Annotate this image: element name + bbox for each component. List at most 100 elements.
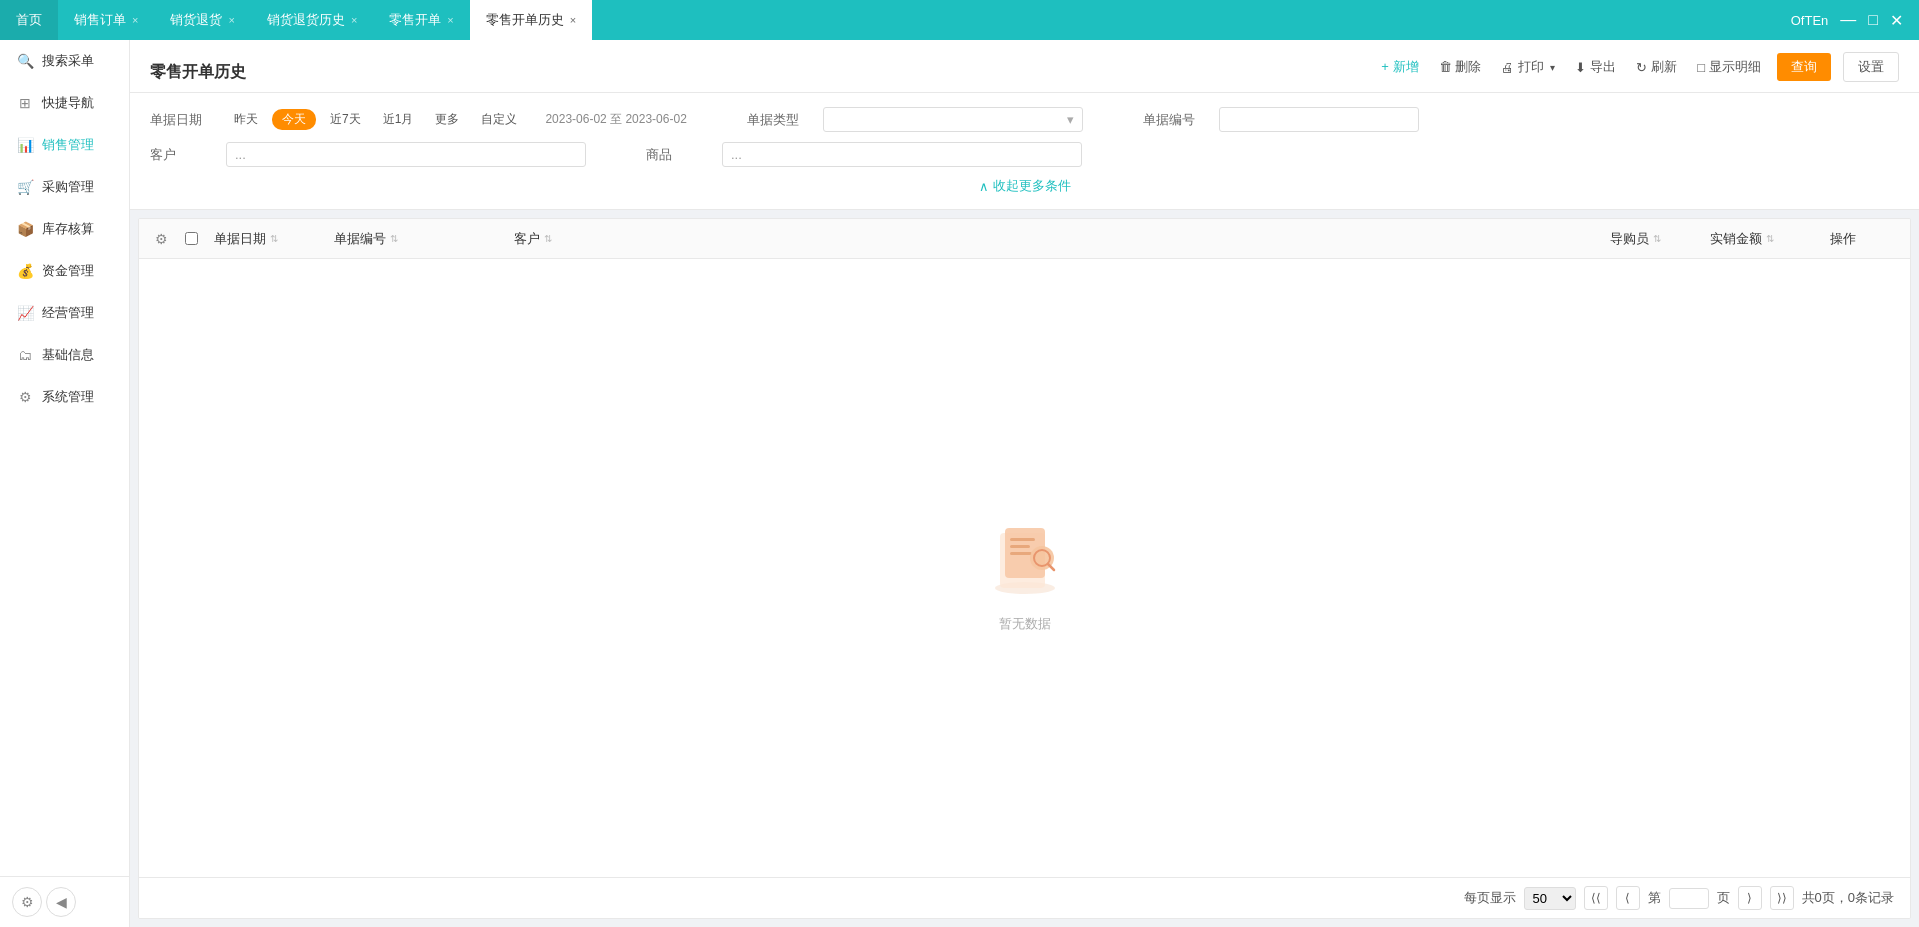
minimize-btn[interactable]: — <box>1840 11 1856 29</box>
page-prefix: 第 <box>1648 889 1661 907</box>
prev-page-btn[interactable]: ⟨ <box>1616 886 1640 910</box>
sidebar-item-quick-nav[interactable]: ⊞ 快捷导航 <box>0 82 129 124</box>
sidebar-item-operations[interactable]: 📈 经营管理 <box>0 292 129 334</box>
filter-row-2: 客户 ... 商品 ... <box>150 142 1899 167</box>
col-guide: 导购员 ⇅ <box>1602 230 1702 248</box>
customer-placeholder: ... <box>235 147 577 162</box>
per-page-label: 每页显示 <box>1464 889 1516 907</box>
sort-amount-icon[interactable]: ⇅ <box>1766 233 1774 244</box>
collapse-button[interactable]: ∧ 收起更多条件 <box>979 177 1071 195</box>
date-opt-yesterday[interactable]: 昨天 <box>226 109 266 130</box>
top-bar-right: OfTEn — □ ✕ <box>1775 11 1919 30</box>
col-customer: 客户 ⇅ <box>506 230 1602 248</box>
svg-rect-5 <box>1010 552 1032 555</box>
sidebar-item-search-purchase[interactable]: 🔍 搜索采单 <box>0 40 129 82</box>
delete-button[interactable]: 🗑 删除 <box>1435 58 1486 76</box>
grid-icon: ⊞ <box>16 94 34 112</box>
customer-label: 客户 <box>150 146 206 164</box>
date-opt-last7[interactable]: 近7天 <box>322 109 369 130</box>
new-button[interactable]: + 新增 <box>1377 58 1422 76</box>
close-sales-order-icon[interactable]: × <box>132 14 138 26</box>
goods-select[interactable]: ... <box>722 142 1082 167</box>
search-icon: 🔍 <box>16 52 34 70</box>
settings-button[interactable]: 设置 <box>1843 52 1899 82</box>
often-label: OfTEn <box>1791 13 1829 28</box>
sort-customer-icon[interactable]: ⇅ <box>544 233 552 244</box>
close-retail-open-icon[interactable]: × <box>447 14 453 26</box>
close-sales-return-icon[interactable]: × <box>228 14 234 26</box>
close-window-btn[interactable]: ✕ <box>1890 11 1903 30</box>
cart-icon: 🛒 <box>16 178 34 196</box>
tab-retail-open-history[interactable]: 零售开单历史 × <box>470 0 592 40</box>
close-sales-return-history-icon[interactable]: × <box>351 14 357 26</box>
col-order-no: 单据编号 ⇅ <box>326 230 506 248</box>
content-area: 零售开单历史 + 新增 🗑 删除 🖨 🖨 打印 打印 ▾ ⬇ 导出 ↻ 刷新 <box>130 40 1919 927</box>
sort-order-icon[interactable]: ⇅ <box>390 233 398 244</box>
total-info: 共0页，0条记录 <box>1802 889 1894 907</box>
print-icon: 🖨 <box>1501 60 1514 75</box>
page-input[interactable]: 1 <box>1669 888 1709 909</box>
order-no-input[interactable] <box>1219 107 1419 132</box>
sidebar-collapse-btn[interactable]: ◀ <box>46 887 76 917</box>
sidebar-item-basic-info[interactable]: 🗂 基础信息 <box>0 334 129 376</box>
maximize-btn[interactable]: □ <box>1868 11 1878 29</box>
date-opt-custom[interactable]: 自定义 <box>473 109 525 130</box>
tab-sales-return-history[interactable]: 销货退货历史 × <box>251 0 373 40</box>
page-title: 零售开单历史 <box>150 62 246 83</box>
main-layout: 🔍 搜索采单 ⊞ 快捷导航 📊 销售管理 🛒 采购管理 📦 库存核算 💰 资金管… <box>0 40 1919 927</box>
refresh-button[interactable]: ↻ 刷新 <box>1632 58 1681 76</box>
print-dropdown-icon[interactable]: ▾ <box>1550 62 1555 73</box>
tab-sales-return[interactable]: 销货退货 × <box>154 0 250 40</box>
next-page-btn[interactable]: ⟩ <box>1738 886 1762 910</box>
date-opt-today[interactable]: 今天 <box>272 109 316 130</box>
empty-text: 暂无数据 <box>999 615 1051 633</box>
query-button[interactable]: 查询 <box>1777 53 1831 81</box>
sort-guide-icon[interactable]: ⇅ <box>1653 233 1661 244</box>
date-opt-last1m[interactable]: 近1月 <box>375 109 422 130</box>
collapse-up-icon: ∧ <box>979 179 989 194</box>
date-range: 2023-06-02 至 2023-06-02 <box>545 111 686 128</box>
close-retail-open-history-icon[interactable]: × <box>570 14 576 26</box>
operations-icon: 📈 <box>16 304 34 322</box>
type-dropdown-icon: ▾ <box>1067 112 1074 127</box>
sidebar-item-finance[interactable]: 💰 资金管理 <box>0 250 129 292</box>
filter-area: 单据日期 昨天 今天 近7天 近1月 更多 自定义 2023-06-02 至 2… <box>130 93 1919 210</box>
date-opt-more[interactable]: 更多 <box>427 109 467 130</box>
info-icon: 🗂 <box>16 346 34 364</box>
refresh-icon: ↻ <box>1636 60 1647 75</box>
collapse-row: ∧ 收起更多条件 <box>150 177 1899 195</box>
goods-placeholder: ... <box>731 147 1073 162</box>
print-button[interactable]: 🖨 🖨 打印 打印 ▾ <box>1497 58 1559 76</box>
date-label: 单据日期 <box>150 111 206 129</box>
checkbox-all[interactable] <box>185 232 198 245</box>
select-all-checkbox[interactable] <box>176 232 206 245</box>
finance-icon: 💰 <box>16 262 34 280</box>
customer-select[interactable]: ... <box>226 142 586 167</box>
col-action: 操作 <box>1822 230 1902 248</box>
tab-retail-open[interactable]: 零售开单 × <box>373 0 469 40</box>
tab-home[interactable]: 首页 <box>0 0 58 40</box>
first-page-btn[interactable]: ⟨⟨ <box>1584 886 1608 910</box>
top-bar: 首页 销售订单 × 销货退货 × 销货退货历史 × 零售开单 × 零售开单历史 … <box>0 0 1919 40</box>
sidebar-item-purchase-mgmt[interactable]: 🛒 采购管理 <box>0 166 129 208</box>
type-label: 单据类型 <box>747 111 803 129</box>
goods-label: 商品 <box>646 146 702 164</box>
top-bar-tabs: 首页 销售订单 × 销货退货 × 销货退货历史 × 零售开单 × 零售开单历史 … <box>0 0 1775 40</box>
display-detail-button[interactable]: □ 显示明细 <box>1693 58 1765 76</box>
sort-date-icon[interactable]: ⇅ <box>270 233 278 244</box>
column-settings-btn[interactable]: ⚙ <box>147 231 176 247</box>
tab-sales-order[interactable]: 销售订单 × <box>58 0 154 40</box>
sidebar-item-sales-mgmt[interactable]: 📊 销售管理 <box>0 124 129 166</box>
sidebar-settings-btn[interactable]: ⚙ <box>12 887 42 917</box>
page-size-select[interactable]: 50 10 20 100 <box>1524 887 1576 910</box>
sidebar-bottom: ⚙ ◀ <box>0 876 129 927</box>
last-page-btn[interactable]: ⟩⟩ <box>1770 886 1794 910</box>
sidebar-item-inventory[interactable]: 📦 库存核算 <box>0 208 129 250</box>
svg-rect-3 <box>1010 538 1035 541</box>
sidebar-item-system[interactable]: ⚙ 系统管理 <box>0 376 129 418</box>
box-icon: 📦 <box>16 220 34 238</box>
table-header: ⚙ 单据日期 ⇅ 单据编号 ⇅ 客户 ⇅ 导购员 ⇅ <box>139 219 1910 259</box>
export-icon: ⬇ <box>1575 60 1586 75</box>
type-select[interactable]: ▾ <box>823 107 1083 132</box>
export-button[interactable]: ⬇ 导出 <box>1571 58 1620 76</box>
